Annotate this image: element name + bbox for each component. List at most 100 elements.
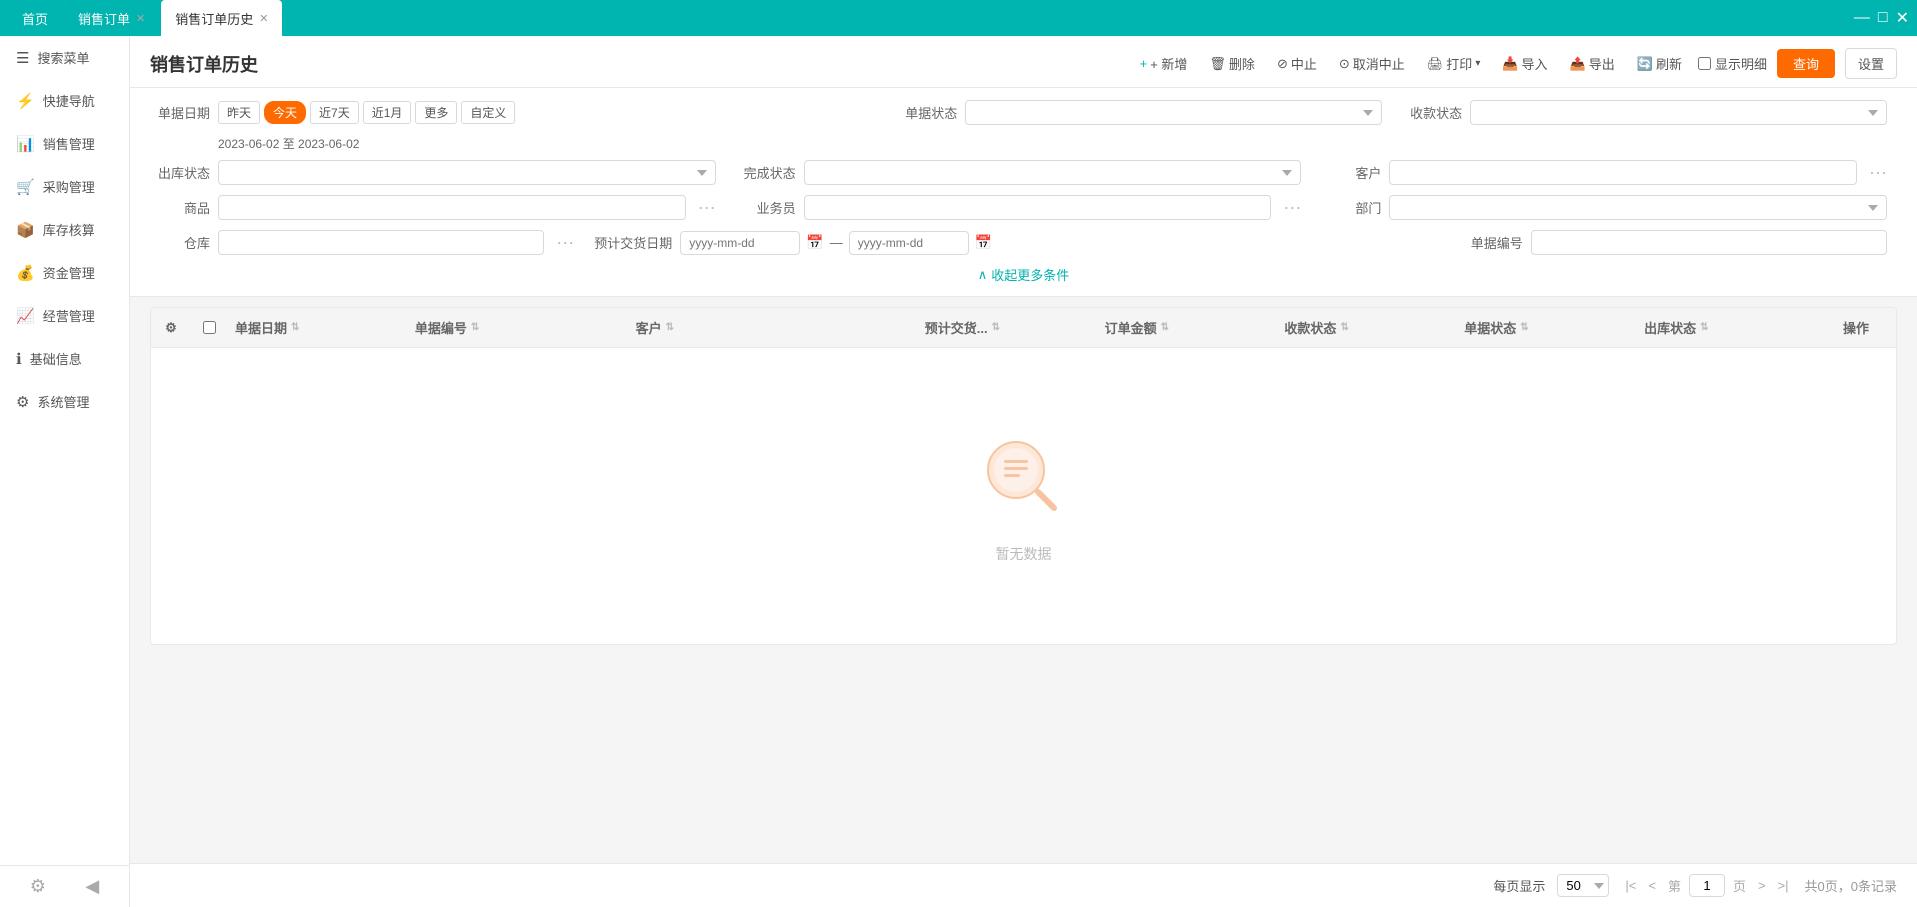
query-button[interactable]: 查询 [1777,49,1835,78]
sidebar-item-sales[interactable]: 📊 销售管理 [0,122,129,165]
display-detail-checkbox[interactable] [1698,57,1711,70]
voucher-date-label: 单据日期 [150,103,210,122]
sort-status-icon: ⇅ [1520,322,1528,333]
collapse-button[interactable]: ∧ 收起更多条件 [150,265,1897,284]
delivery-date-from[interactable] [680,231,800,255]
sales-icon: 📊 [16,135,35,153]
th-number-label: 单据编号 [415,318,467,337]
th-amount[interactable]: 订单金额 ⇅ [1097,308,1277,347]
tab-sales-order[interactable]: 销售订单 ✕ [64,0,159,36]
sidebar-item-basic[interactable]: ℹ 基础信息 [0,337,129,380]
sales-rep-input[interactable] [804,195,1272,220]
customer-dots[interactable]: ··· [1869,162,1887,183]
th-number[interactable]: 单据编号 ⇅ [407,308,628,347]
cancel-stop-button[interactable]: ⊙ 取消中止 [1333,50,1411,77]
sidebar-item-inventory[interactable]: 📦 库存核算 [0,208,129,251]
th-outbound[interactable]: 出库状态 ⇅ [1636,308,1816,347]
th-customer[interactable]: 客户 ⇅ [628,308,917,347]
next-page-button[interactable]: > [1754,876,1770,895]
import-button[interactable]: 📥 导入 [1496,50,1553,77]
stop-button[interactable]: ⊘ 中止 [1271,50,1323,77]
sales-rep-label: 业务员 [736,198,796,217]
new-icon: + [1140,56,1148,71]
th-checkbox[interactable] [191,311,227,344]
product-input[interactable] [218,195,686,220]
print-button[interactable]: 🖨 打印 ▾ [1421,50,1487,77]
date-btn-more[interactable]: 更多 [415,101,457,124]
prev-page-button[interactable]: < [1644,876,1660,895]
display-detail-toggle[interactable]: 显示明细 [1698,54,1767,73]
sidebar-collapse-icon[interactable]: ◀ [85,876,99,897]
th-status[interactable]: 单据状态 ⇅ [1456,308,1636,347]
sidebar-item-search-menu[interactable]: ☰ 搜索菜单 [0,36,129,79]
refresh-button[interactable]: 🔄 刷新 [1631,50,1688,77]
filter-row-3: 商品 ··· 业务员 ··· 部门 [150,195,1897,220]
payment-status-select[interactable] [1470,100,1887,125]
first-page-button[interactable]: |< [1621,876,1640,895]
th-date[interactable]: 单据日期 ⇅ [227,308,407,347]
table-container: ⚙ 单据日期 ⇅ 单据编号 ⇅ 客户 ⇅ [150,307,1897,645]
sales-rep-dots[interactable]: ··· [1283,197,1301,218]
customer-col: 客户 ··· [1311,160,1897,185]
delivery-date-to[interactable] [849,231,969,255]
calendar-to-icon[interactable]: 📅 [975,234,992,251]
sidebar-bottom: ⚙ ◀ [0,865,129,907]
sidebar-item-operations[interactable]: 📈 经营管理 [0,294,129,337]
print-chevron-icon: ▾ [1475,58,1480,69]
tab-sales-order-history-close[interactable]: ✕ [259,12,268,25]
product-dots[interactable]: ··· [698,197,716,218]
sidebar-item-system[interactable]: ⚙ 系统管理 [0,380,129,423]
sidebar-item-system-label: 系统管理 [37,392,89,411]
last-page-button[interactable]: >| [1774,876,1793,895]
page-size-select[interactable]: 50 20 100 [1557,874,1609,897]
table-area: ⚙ 单据日期 ⇅ 单据编号 ⇅ 客户 ⇅ [130,297,1917,863]
outbound-status-select[interactable] [218,160,716,185]
th-settings[interactable]: ⚙ [151,310,191,346]
tab-home[interactable]: 首页 [8,0,62,36]
th-payment[interactable]: 收款状态 ⇅ [1276,308,1456,347]
stop-label: 中止 [1291,54,1317,73]
select-all-checkbox[interactable] [203,321,216,334]
sidebar-item-finance[interactable]: 💰 资金管理 [0,251,129,294]
sort-delivery-icon: ⇅ [992,322,1000,333]
sidebar-settings-icon[interactable]: ⚙ [30,876,46,897]
export-icon: 📤 [1570,56,1586,72]
minimize-button[interactable]: — [1854,9,1870,27]
voucher-number-input[interactable] [1531,230,1887,255]
sidebar-item-purchase[interactable]: 🛒 采购管理 [0,165,129,208]
close-window-button[interactable]: ✕ [1896,8,1909,28]
new-button[interactable]: + + 新增 [1134,50,1194,77]
delivery-date-col: 预计交货日期 📅 — 📅 [584,231,1453,255]
completion-status-select[interactable] [804,160,1302,185]
maximize-button[interactable]: □ [1878,9,1888,27]
settings-icon[interactable]: ⚙ [165,320,177,336]
date-btn-custom[interactable]: 自定义 [461,101,515,124]
calendar-from-icon[interactable]: 📅 [806,234,823,251]
completion-status-col: 完成状态 [726,160,1312,185]
date-filter-buttons: 昨天 今天 近7天 近1月 更多 自定义 [218,101,515,124]
date-btn-yesterday[interactable]: 昨天 [218,101,260,124]
warehouse-dots[interactable]: ··· [556,232,574,253]
warehouse-input[interactable] [218,230,544,255]
operations-icon: 📈 [16,307,35,325]
th-delivery[interactable]: 预计交货... ⇅ [917,308,1097,347]
delete-button[interactable]: 🗑 删除 [1203,50,1261,77]
customer-input[interactable] [1389,160,1857,185]
page-number-input[interactable] [1689,874,1725,897]
date-btn-1month[interactable]: 近1月 [363,101,412,124]
tab-sales-order-close[interactable]: ✕ [136,12,145,25]
sidebar-item-quick-nav-label: 快捷导航 [43,91,95,110]
export-button[interactable]: 📤 导出 [1564,50,1621,77]
voucher-status-select[interactable] [965,100,1382,125]
sort-amount-icon: ⇅ [1161,322,1169,333]
tab-sales-order-history[interactable]: 销售订单历史 ✕ [161,0,282,36]
department-select[interactable] [1389,195,1887,220]
settings-button[interactable]: 设置 [1845,48,1897,79]
th-outbound-label: 出库状态 [1644,318,1696,337]
date-btn-7days[interactable]: 近7天 [310,101,359,124]
date-btn-today[interactable]: 今天 [264,101,306,124]
th-date-label: 单据日期 [235,318,287,337]
cancel-stop-icon: ⊙ [1339,56,1350,72]
main-layout: ☰ 搜索菜单 ⚡ 快捷导航 📊 销售管理 🛒 采购管理 📦 库存核算 💰 资金管… [0,36,1917,907]
sidebar-item-quick-nav[interactable]: ⚡ 快捷导航 [0,79,129,122]
